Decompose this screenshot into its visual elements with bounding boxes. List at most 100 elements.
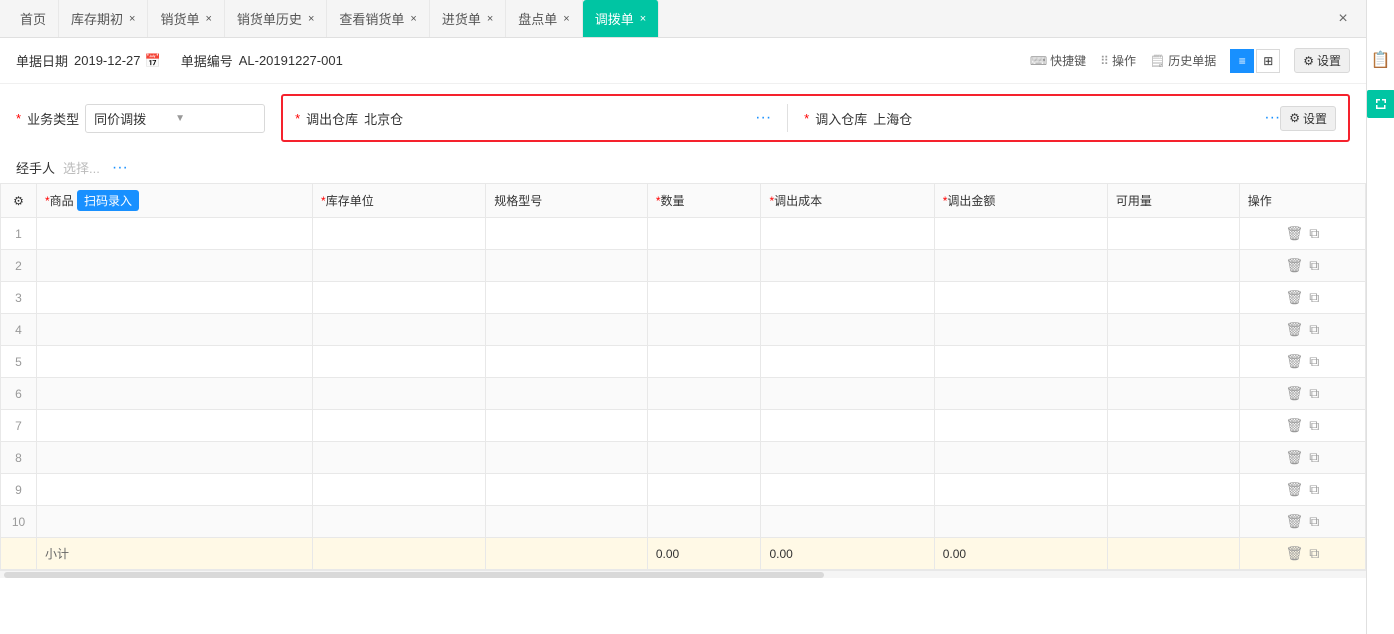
copy-icon[interactable]: ⧉: [1309, 225, 1319, 242]
amount-cell[interactable]: [934, 410, 1107, 442]
tab-inventory-init[interactable]: 库存期初 ×: [59, 0, 148, 37]
spec-cell[interactable]: [486, 474, 648, 506]
qty-cell[interactable]: [647, 410, 761, 442]
available-cell[interactable]: [1107, 314, 1239, 346]
spec-cell[interactable]: [486, 282, 648, 314]
goods-cell[interactable]: [37, 282, 313, 314]
sidebar-notes-icon[interactable]: 📋: [1371, 50, 1391, 70]
close-sales-history[interactable]: ×: [308, 13, 314, 25]
qty-cell[interactable]: [647, 314, 761, 346]
cost-cell[interactable]: [761, 218, 934, 250]
copy-icon[interactable]: ⧉: [1309, 481, 1319, 498]
available-cell[interactable]: [1107, 442, 1239, 474]
calendar-icon[interactable]: 📅: [145, 53, 161, 69]
delete-icon[interactable]: 🗑: [1285, 481, 1303, 498]
copy-icon[interactable]: ⧉: [1309, 449, 1319, 466]
unit-cell[interactable]: [313, 442, 486, 474]
copy-icon[interactable]: ⧉: [1309, 257, 1319, 274]
goods-cell[interactable]: [37, 474, 313, 506]
scan-button[interactable]: 扫码录入: [77, 190, 139, 211]
goods-cell[interactable]: [37, 410, 313, 442]
close-purchase-order[interactable]: ×: [487, 13, 493, 25]
delete-icon[interactable]: 🗑: [1285, 513, 1303, 530]
delete-icon[interactable]: 🗑: [1285, 289, 1303, 306]
qty-cell[interactable]: [647, 442, 761, 474]
qty-cell[interactable]: [647, 218, 761, 250]
delete-icon[interactable]: 🗑: [1285, 353, 1303, 370]
amount-cell[interactable]: [934, 314, 1107, 346]
amount-cell[interactable]: [934, 506, 1107, 538]
copy-icon[interactable]: ⧉: [1309, 321, 1319, 338]
tab-purchase-order[interactable]: 进货单 ×: [430, 0, 506, 37]
tab-sales-history[interactable]: 销货单历史 ×: [225, 0, 327, 37]
close-sales-order[interactable]: ×: [205, 13, 211, 25]
unit-cell[interactable]: [313, 218, 486, 250]
delete-icon[interactable]: 🗑: [1285, 257, 1303, 274]
history-btn[interactable]: 🗒 历史单据: [1150, 52, 1216, 69]
cost-cell[interactable]: [761, 442, 934, 474]
spec-cell[interactable]: [486, 250, 648, 282]
cost-cell[interactable]: [761, 346, 934, 378]
unit-cell[interactable]: [313, 314, 486, 346]
available-cell[interactable]: [1107, 282, 1239, 314]
copy-icon[interactable]: ⧉: [1309, 417, 1319, 434]
goods-cell[interactable]: [37, 506, 313, 538]
spec-cell[interactable]: [486, 314, 648, 346]
qty-cell[interactable]: [647, 506, 761, 538]
qty-cell[interactable]: [647, 474, 761, 506]
cost-cell[interactable]: [761, 314, 934, 346]
shortcuts-btn[interactable]: ⌨ 快捷键: [1030, 52, 1086, 69]
unit-cell[interactable]: [313, 250, 486, 282]
cost-cell[interactable]: [761, 506, 934, 538]
layout-list-btn[interactable]: ≡: [1230, 49, 1254, 73]
available-cell[interactable]: [1107, 378, 1239, 410]
available-cell[interactable]: [1107, 506, 1239, 538]
goods-cell[interactable]: [37, 378, 313, 410]
qty-cell[interactable]: [647, 346, 761, 378]
copy-icon[interactable]: ⧉: [1309, 289, 1319, 306]
tab-inventory-count[interactable]: 盘点单 ×: [506, 0, 582, 37]
available-cell[interactable]: [1107, 218, 1239, 250]
goods-cell[interactable]: [37, 250, 313, 282]
spec-cell[interactable]: [486, 410, 648, 442]
delete-icon[interactable]: 🗑: [1285, 321, 1303, 338]
transfer-out-more[interactable]: ···: [755, 109, 771, 127]
amount-cell[interactable]: [934, 250, 1107, 282]
spec-cell[interactable]: [486, 506, 648, 538]
layout-grid-btn[interactable]: ⊞: [1256, 49, 1280, 73]
amount-cell[interactable]: [934, 282, 1107, 314]
delete-icon[interactable]: 🗑: [1285, 385, 1303, 402]
available-cell[interactable]: [1107, 410, 1239, 442]
spec-cell[interactable]: [486, 346, 648, 378]
transfer-in-more[interactable]: ···: [1264, 109, 1280, 127]
cost-cell[interactable]: [761, 474, 934, 506]
goods-cell[interactable]: [37, 314, 313, 346]
amount-cell[interactable]: [934, 474, 1107, 506]
spec-cell[interactable]: [486, 378, 648, 410]
amount-cell[interactable]: [934, 346, 1107, 378]
goods-cell[interactable]: [37, 218, 313, 250]
handler-more[interactable]: ···: [112, 159, 128, 177]
close-all-tabs[interactable]: ×: [1328, 4, 1358, 34]
unit-cell[interactable]: [313, 410, 486, 442]
tab-view-sales[interactable]: 查看销货单 ×: [327, 0, 429, 37]
delete-icon[interactable]: 🗑: [1285, 449, 1303, 466]
cost-cell[interactable]: [761, 378, 934, 410]
cost-cell[interactable]: [761, 282, 934, 314]
scroll-area[interactable]: [0, 570, 1366, 578]
tab-home[interactable]: 首页: [8, 0, 59, 37]
qty-cell[interactable]: [647, 250, 761, 282]
unit-cell[interactable]: [313, 506, 486, 538]
handler-placeholder[interactable]: 选择...: [63, 158, 100, 177]
col-gear[interactable]: ⚙: [1, 184, 37, 218]
amount-cell[interactable]: [934, 378, 1107, 410]
available-cell[interactable]: [1107, 250, 1239, 282]
unit-cell[interactable]: [313, 378, 486, 410]
amount-cell[interactable]: [934, 218, 1107, 250]
tab-transfer-order[interactable]: 调拨单 ×: [583, 0, 659, 37]
spec-cell[interactable]: [486, 218, 648, 250]
operations-btn[interactable]: ⠿ 操作: [1100, 52, 1136, 69]
copy-icon[interactable]: ⧉: [1309, 545, 1319, 562]
copy-icon[interactable]: ⧉: [1309, 353, 1319, 370]
delete-icon[interactable]: 🗑: [1285, 225, 1303, 242]
